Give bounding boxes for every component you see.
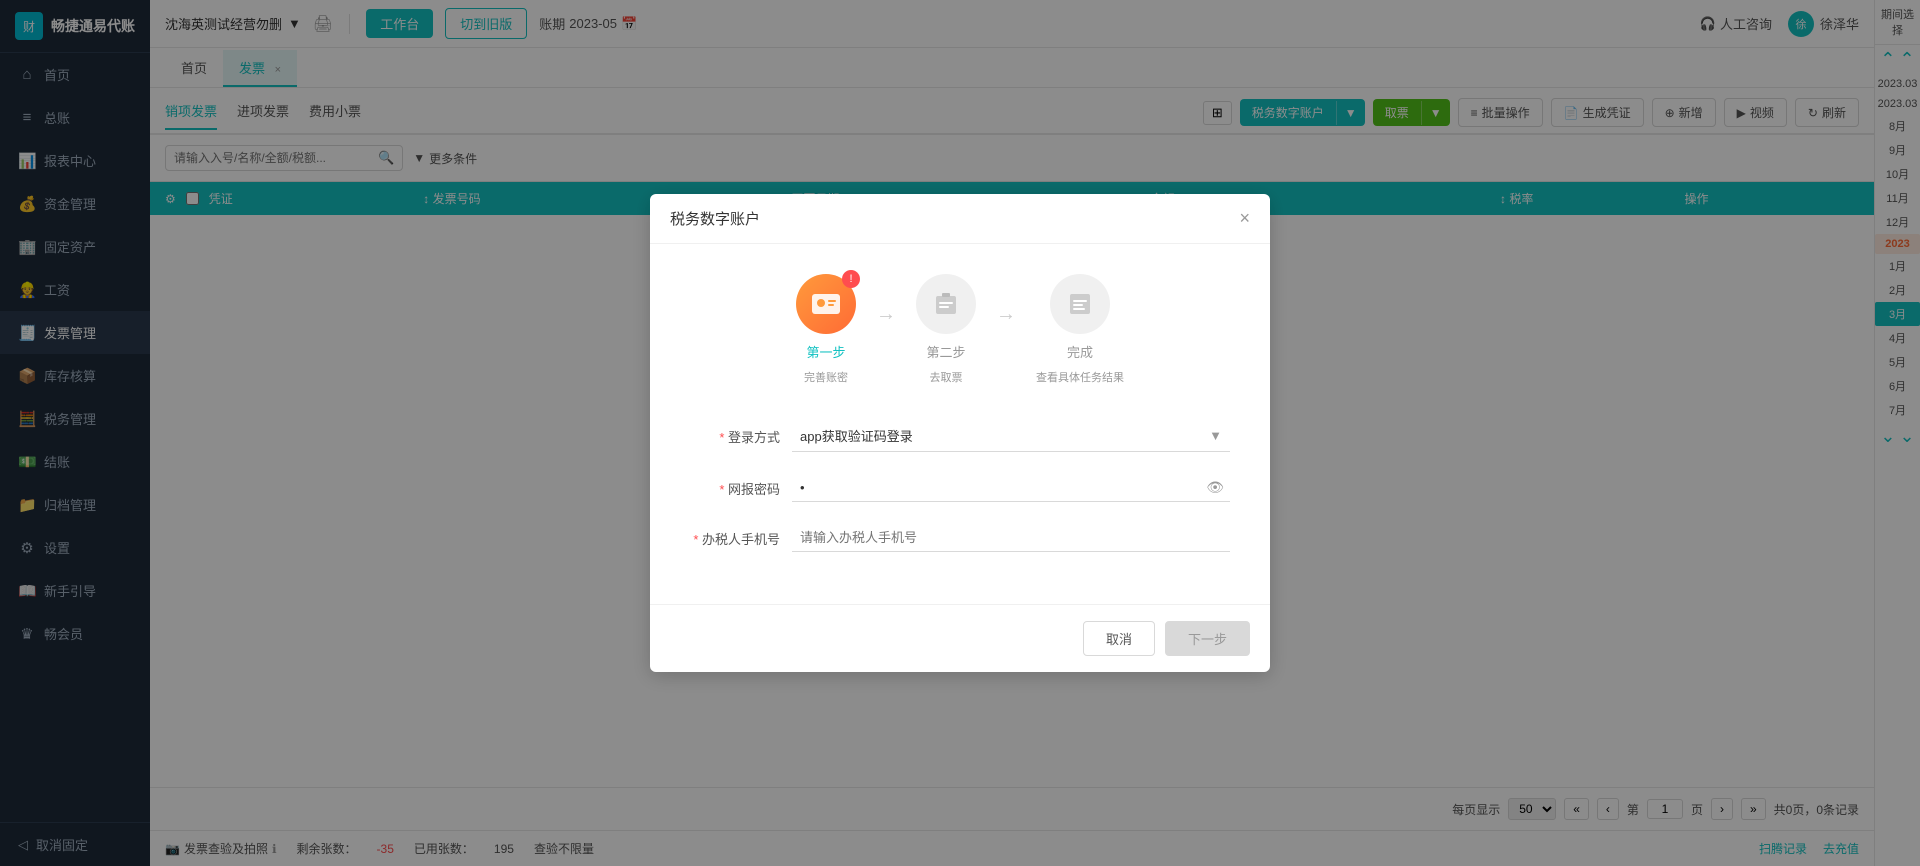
phone-input[interactable] [792, 524, 1230, 551]
login-method-row: * 登录方式 app获取验证码登录 ▼ [690, 420, 1230, 452]
phone-label: * 办税人手机号 [690, 529, 780, 548]
step-1: ! 第一步 完善账密 [796, 274, 856, 385]
step-1-label: 第一步 [806, 342, 845, 361]
password-input-wrap: 👁 [792, 474, 1230, 502]
step-1-sublabel: 完善账密 [804, 369, 848, 385]
step-1-icon-wrap: ! [796, 274, 856, 334]
step-arrow-2: → [996, 303, 1016, 326]
cancel-button[interactable]: 取消 [1083, 621, 1155, 656]
modal-close-btn[interactable]: × [1239, 208, 1250, 229]
step-2-icon [916, 274, 976, 334]
password-label: * 网报密码 [690, 479, 780, 498]
clipboard-icon [930, 288, 962, 320]
modal-body: ! 第一步 完善账密 → [650, 244, 1270, 604]
required-star-1: * [719, 430, 728, 445]
required-star-3: * [693, 532, 702, 547]
modal-header: 税务数字账户 × [650, 194, 1270, 244]
checklist-icon [1064, 288, 1096, 320]
step-2-sublabel: 去取票 [930, 369, 963, 385]
step-2-label: 第二步 [926, 342, 965, 361]
modal-title: 税务数字账户 [670, 208, 760, 229]
toggle-password-icon[interactable]: 👁 [1200, 479, 1230, 496]
step-2: 第二步 去取票 [916, 274, 976, 385]
step-3-label: 完成 [1067, 342, 1093, 361]
login-method-value: app获取验证码登录 [800, 426, 913, 445]
dropdown-arrow-icon: ▼ [1209, 428, 1222, 443]
step-1-badge: ! [842, 270, 860, 288]
password-row: * 网报密码 👁 [690, 474, 1230, 502]
step-3: 完成 查看具体任务结果 [1036, 274, 1124, 385]
login-method-label: * 登录方式 [690, 427, 780, 446]
steps-indicator: ! 第一步 完善账密 → [690, 274, 1230, 385]
login-method-select[interactable]: app获取验证码登录 ▼ [792, 420, 1230, 452]
step-3-icon [1050, 274, 1110, 334]
modal-overlay: 税务数字账户 × [0, 0, 1920, 866]
required-star-2: * [719, 482, 728, 497]
phone-row: * 办税人手机号 [690, 524, 1230, 552]
step-arrow-1: → [876, 303, 896, 326]
phone-input-wrap [792, 524, 1230, 552]
step-3-sublabel: 查看具体任务结果 [1036, 369, 1124, 385]
tax-account-modal: 税务数字账户 × [650, 194, 1270, 672]
modal-footer: 取消 下一步 [650, 604, 1270, 672]
password-input[interactable] [792, 474, 1200, 501]
person-card-icon [810, 288, 842, 320]
next-button[interactable]: 下一步 [1165, 621, 1250, 656]
